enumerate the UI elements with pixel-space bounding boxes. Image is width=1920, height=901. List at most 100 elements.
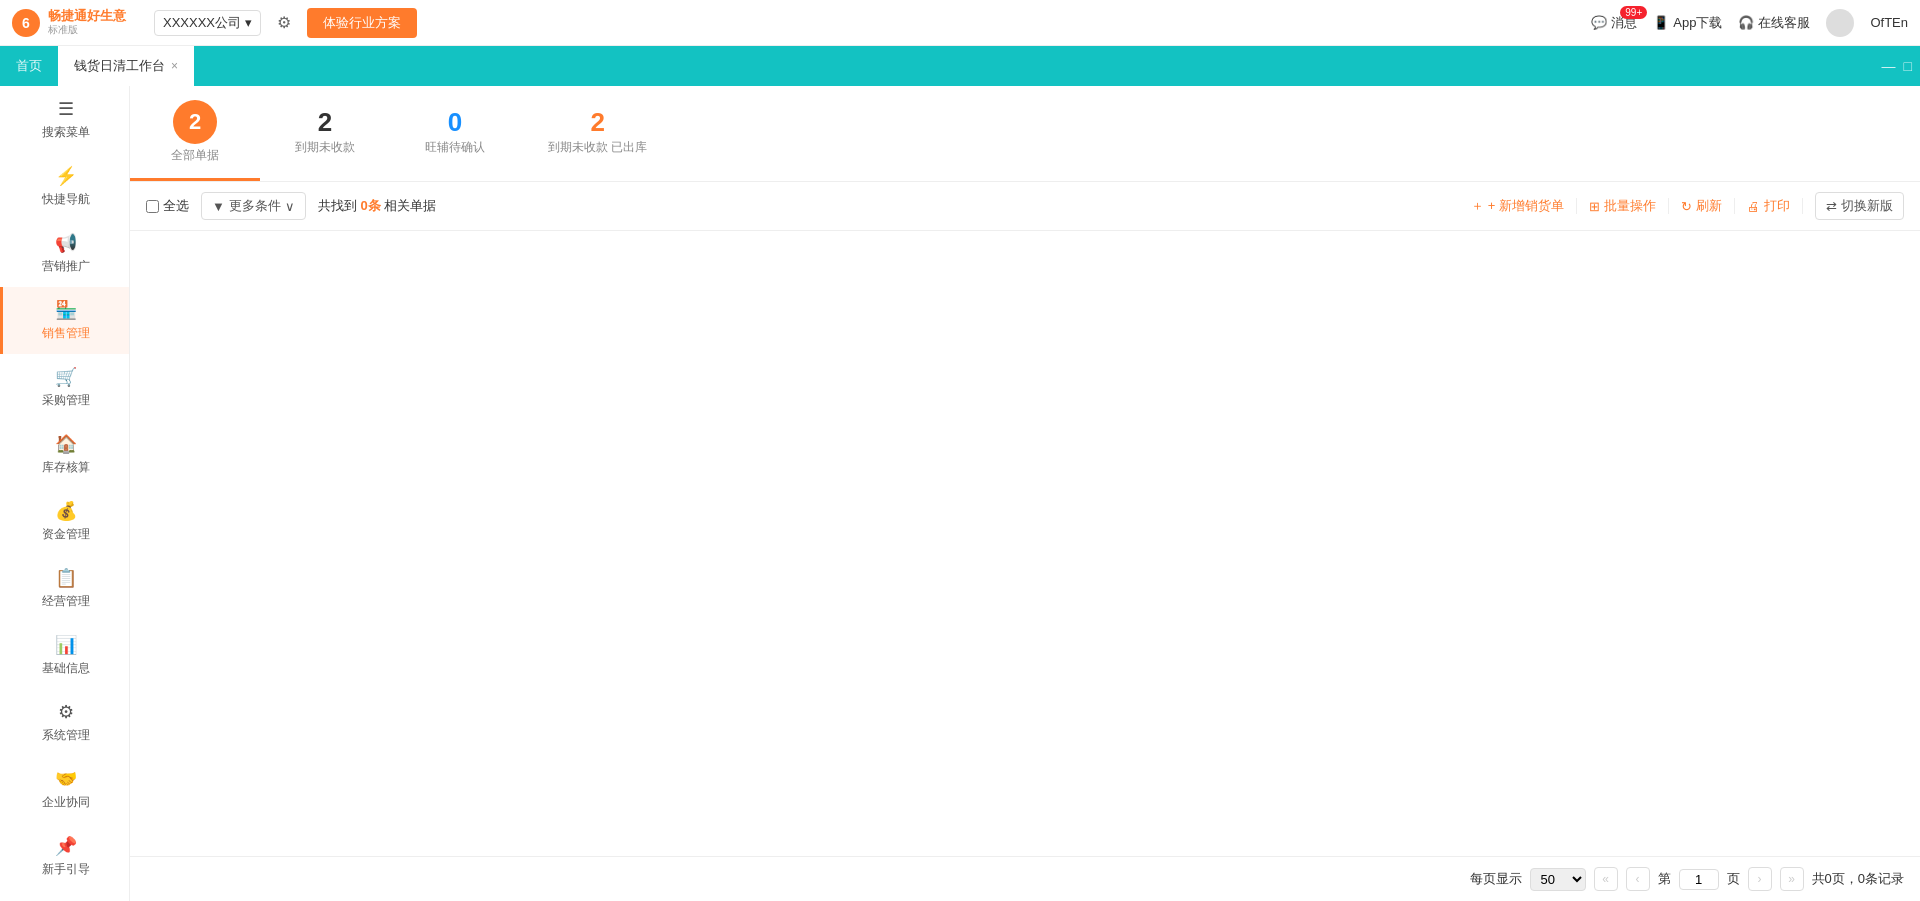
company-dropdown-icon: ▾ — [245, 15, 252, 30]
sidebar-label-search-menu: 搜索菜单 — [42, 124, 90, 141]
page-number-input[interactable] — [1679, 869, 1719, 890]
app-download-button[interactable]: 📱 App下载 — [1653, 14, 1722, 32]
filter-label: 更多条件 — [229, 197, 281, 215]
sidebar-item-operation[interactable]: 📋 经营管理 — [0, 555, 129, 622]
stat-num-all: 2 — [173, 100, 217, 144]
select-all-wrapper[interactable]: 全选 — [146, 197, 189, 215]
sidebar-label-purchase: 采购管理 — [42, 392, 90, 409]
stat-num-shipped: 2 — [590, 108, 604, 137]
sales-icon: 🏪 — [55, 299, 77, 321]
sidebar: ☰ 搜索菜单 ⚡ 快捷导航 📢 营销推广 🏪 销售管理 🛒 采购管理 🏠 库存核… — [0, 86, 130, 901]
stat-tab-pending[interactable]: 0 旺辅待确认 — [390, 86, 520, 181]
operation-icon: 📋 — [55, 567, 77, 589]
message-button[interactable]: 💬 消息 99+ — [1591, 14, 1637, 32]
per-page-label: 每页显示 — [1470, 870, 1522, 888]
switch-label: 切换新版 — [1841, 197, 1893, 215]
toolbar-divider-4 — [1802, 198, 1803, 214]
sidebar-label-marketing: 营销推广 — [42, 258, 90, 275]
filter-icon: ▼ — [212, 199, 225, 214]
next-page-button[interactable]: › — [1748, 867, 1772, 891]
stat-num-pending: 0 — [448, 108, 462, 137]
switch-icon: ⇄ — [1826, 199, 1837, 214]
stat-label-shipped: 到期未收款 已出库 — [548, 139, 647, 156]
page-suffix: 页 — [1727, 870, 1740, 888]
match-suffix: 相关单据 — [384, 198, 436, 213]
total-info: 共0页，0条记录 — [1812, 870, 1904, 888]
add-sales-order-button[interactable]: ＋ + 新增销货单 — [1471, 197, 1564, 215]
basic-icon: 📊 — [55, 634, 77, 656]
print-button[interactable]: 🖨 打印 — [1747, 197, 1790, 215]
nav-right-controls: — □ — [1882, 58, 1920, 74]
guide-icon: 📌 — [55, 835, 77, 857]
sidebar-label-operation: 经营管理 — [42, 593, 90, 610]
refresh-icon: ↻ — [1681, 199, 1692, 214]
tab-home[interactable]: 首页 — [0, 46, 58, 86]
refresh-label: 刷新 — [1696, 197, 1722, 215]
quick-nav-icon: ⚡ — [55, 165, 77, 187]
sidebar-item-quick-nav[interactable]: ⚡ 快捷导航 — [0, 153, 129, 220]
stat-tab-overdue[interactable]: 2 到期未收款 — [260, 86, 390, 181]
page-label: 第 — [1658, 870, 1671, 888]
purchase-icon: 🛒 — [55, 366, 77, 388]
sidebar-item-finance[interactable]: 💰 资金管理 — [0, 488, 129, 555]
first-page-button[interactable]: « — [1594, 867, 1618, 891]
tab-home-label: 首页 — [16, 57, 42, 75]
next-page-icon: › — [1758, 872, 1762, 886]
sidebar-label-guide: 新手引导 — [42, 861, 90, 878]
tab-close-icon[interactable]: × — [171, 59, 178, 73]
maximize-icon[interactable]: □ — [1904, 58, 1912, 74]
print-label: 打印 — [1764, 197, 1790, 215]
logo-sub: 标准版 — [48, 23, 126, 37]
stat-tab-shipped[interactable]: 2 到期未收款 已出库 — [520, 86, 675, 181]
marketing-icon: 📢 — [55, 232, 77, 254]
select-all-checkbox[interactable] — [146, 200, 159, 213]
sidebar-item-marketing[interactable]: 📢 营销推广 — [0, 220, 129, 287]
sidebar-item-enterprise[interactable]: 🤝 企业协同 — [0, 756, 129, 823]
industry-button[interactable]: 体验行业方案 — [307, 8, 417, 38]
sidebar-label-quick-nav: 快捷导航 — [42, 191, 90, 208]
match-prefix: 共找到 — [318, 198, 357, 213]
username: OfTEn — [1870, 15, 1908, 30]
online-service-button[interactable]: 🎧 在线客服 — [1738, 14, 1810, 32]
main-content: 2 全部单据 2 到期未收款 0 旺辅待确认 2 到期未收款 已出库 全选 — [130, 86, 1920, 901]
avatar[interactable] — [1826, 9, 1854, 37]
print-icon: 🖨 — [1747, 199, 1760, 214]
app-label: App下载 — [1673, 14, 1722, 32]
toolbar-right: ＋ + 新增销货单 ⊞ 批量操作 ↻ 刷新 🖨 打印 — [1471, 192, 1904, 220]
sidebar-item-guide[interactable]: 📌 新手引导 — [0, 823, 129, 890]
stat-label-overdue: 到期未收款 — [295, 139, 355, 156]
sidebar-item-inventory[interactable]: 🏠 库存核算 — [0, 421, 129, 488]
sidebar-item-appstore[interactable]: 🎁 应用中心 — [0, 890, 129, 901]
tab-qhrq[interactable]: 钱货日清工作台 × — [58, 46, 194, 86]
logo-icon: 6 — [12, 9, 40, 37]
last-page-button[interactable]: » — [1780, 867, 1804, 891]
toolbar: 全选 ▼ 更多条件 ∨ 共找到 0条 相关单据 ＋ + 新增销货单 ⊞ — [130, 182, 1920, 231]
sidebar-item-purchase[interactable]: 🛒 采购管理 — [0, 354, 129, 421]
sidebar-label-finance: 资金管理 — [42, 526, 90, 543]
prev-page-button[interactable]: ‹ — [1626, 867, 1650, 891]
stat-tab-all[interactable]: 2 全部单据 — [130, 86, 260, 181]
enterprise-icon: 🤝 — [55, 768, 77, 790]
toolbar-divider-2 — [1668, 198, 1669, 214]
message-badge: 99+ — [1620, 6, 1647, 19]
batch-label: 批量操作 — [1604, 197, 1656, 215]
company-selector[interactable]: XXXXXX公司 ▾ — [154, 10, 261, 36]
settings-icon[interactable]: ⚙ — [277, 13, 291, 32]
finance-icon: 💰 — [55, 500, 77, 522]
stat-label-all: 全部单据 — [171, 147, 219, 164]
filter-button[interactable]: ▼ 更多条件 ∨ — [201, 192, 306, 220]
switch-version-button[interactable]: ⇄ 切换新版 — [1815, 192, 1904, 220]
nav-tabs: 首页 钱货日清工作台 × — □ — [0, 46, 1920, 86]
sidebar-item-system[interactable]: ⚙ 系统管理 — [0, 689, 129, 756]
per-page-select[interactable]: 20 50 100 — [1530, 868, 1586, 891]
toolbar-divider-3 — [1734, 198, 1735, 214]
inventory-icon: 🏠 — [55, 433, 77, 455]
stats-row: 2 全部单据 2 到期未收款 0 旺辅待确认 2 到期未收款 已出库 — [130, 86, 1920, 182]
top-bar-right: 💬 消息 99+ 📱 App下载 🎧 在线客服 OfTEn — [1591, 9, 1908, 37]
sidebar-item-search-menu[interactable]: ☰ 搜索菜单 — [0, 86, 129, 153]
refresh-button[interactable]: ↻ 刷新 — [1681, 197, 1722, 215]
batch-ops-button[interactable]: ⊞ 批量操作 — [1589, 197, 1656, 215]
minimize-icon[interactable]: — — [1882, 58, 1896, 74]
sidebar-item-basic[interactable]: 📊 基础信息 — [0, 622, 129, 689]
sidebar-item-sales[interactable]: 🏪 销售管理 — [0, 287, 129, 354]
